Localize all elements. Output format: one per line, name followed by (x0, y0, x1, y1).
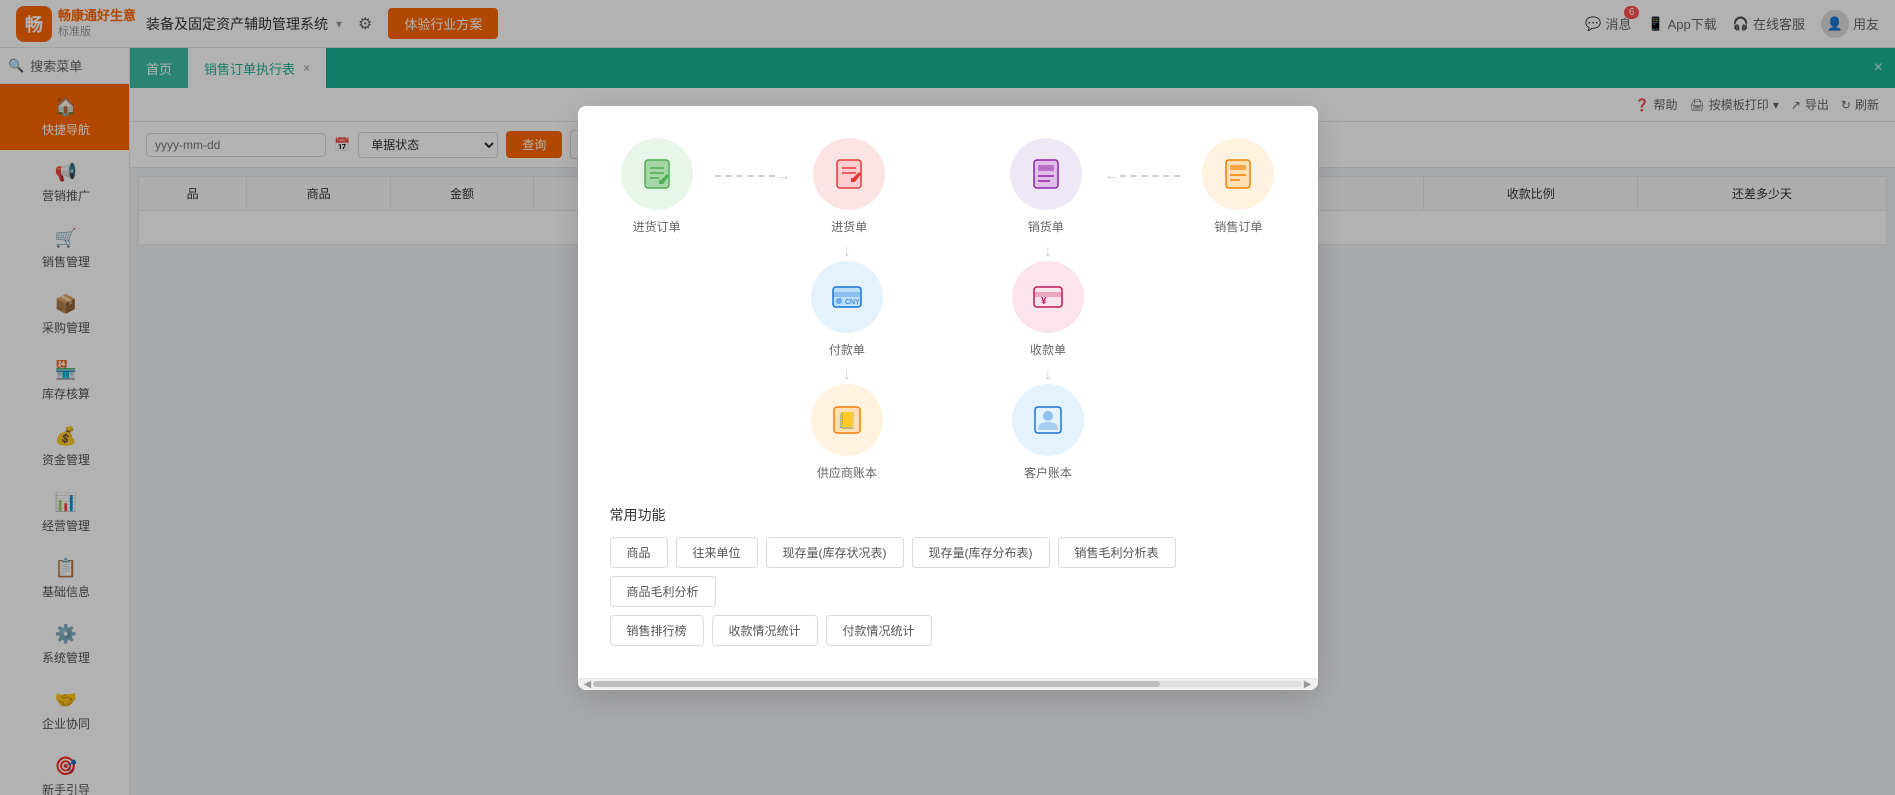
sales-order-circle (1202, 138, 1274, 210)
flow-modal: 进货订单 → 进货单 (578, 106, 1318, 690)
func-btn-sales-gross[interactable]: 销售毛利分析表 (1058, 537, 1176, 568)
svg-text:CNY: CNY (845, 299, 860, 306)
sales-bill-circle (1010, 138, 1082, 210)
receipt-label: 收款单 (1030, 341, 1066, 358)
func-btn-product[interactable]: 商品 (610, 537, 668, 568)
arrow-down-rec: ↓ (1012, 366, 1084, 384)
flow-item-supplier: 📒 供应商账本 (811, 384, 883, 481)
flow-item-payment: CNY 付款单 (811, 261, 883, 358)
scrollbar-thumb (593, 681, 1160, 687)
func-btn-product-gross[interactable]: 商品毛利分析 (610, 576, 716, 607)
customer-account-label: 客户账本 (1024, 464, 1072, 481)
sales-bill-label: 销货单 (1028, 218, 1064, 235)
purchase-order-circle (621, 138, 693, 210)
modal-overlay[interactable]: 进货订单 → 进货单 (0, 0, 1895, 795)
flow-row-3: 📒 供应商账本 客户账本 (610, 384, 1286, 481)
supplier-account-label: 供应商账本 (817, 464, 877, 481)
payment-circle: CNY (811, 261, 883, 333)
payment-label: 付款单 (829, 341, 865, 358)
scrollbar-left-arrow[interactable]: ◀ (582, 679, 594, 690)
arrow-down-pb: ↓ (811, 243, 883, 261)
func-btn-sales-ranking[interactable]: 销售排行榜 (610, 615, 704, 646)
arrow-po-pb: → (715, 167, 791, 185)
func-btn-counterpart[interactable]: 往来单位 (676, 537, 758, 568)
flow-arrows-down2: ↓ ↓ (610, 366, 1286, 384)
func-btn-stock-status[interactable]: 现存量(库存状况表) (766, 537, 904, 568)
svg-text:¥: ¥ (1041, 296, 1047, 307)
modal-scrollbar: ◀ ▶ (578, 678, 1318, 690)
svg-text:📒: 📒 (837, 412, 857, 430)
func-btn-receipt-stats[interactable]: 收款情况统计 (712, 615, 818, 646)
func-btn-payment-stats[interactable]: 付款情况统计 (826, 615, 932, 646)
common-functions: 常用功能 商品 往来单位 现存量(库存状况表) 现存量(库存分布表) 销售毛利分… (610, 505, 1286, 646)
supplier-circle: 📒 (811, 384, 883, 456)
flow-diagram-area: 进货订单 → 进货单 (610, 130, 1286, 497)
receipt-circle: ¥ (1012, 261, 1084, 333)
flow-row-1: 进货订单 → 进货单 (610, 138, 1286, 235)
func-btn-stock-distribution[interactable]: 现存量(库存分布表) (912, 537, 1050, 568)
scrollbar-right-arrow[interactable]: ▶ (1302, 679, 1314, 690)
scrollbar-track[interactable] (593, 681, 1302, 687)
flow-row-2: CNY 付款单 ¥ 收款单 (610, 261, 1286, 358)
flow-item-sales-bill: 销货单 (1010, 138, 1082, 235)
flow-item-receipt: ¥ 收款单 (1012, 261, 1084, 358)
arrow-down-pay: ↓ (811, 366, 883, 384)
common-functions-title: 常用功能 (610, 505, 1286, 525)
customer-circle (1012, 384, 1084, 456)
arrow-down-sb: ↓ (1012, 243, 1084, 261)
flow-arrows-down: ↓ ↓ (610, 243, 1286, 261)
flow-item-customer: 客户账本 (1012, 384, 1084, 481)
purchase-order-label: 进货订单 (633, 218, 681, 235)
purchase-bill-label: 进货单 (831, 218, 867, 235)
purchase-bill-circle (813, 138, 885, 210)
function-buttons-row2: 销售排行榜 收款情况统计 付款情况统计 (610, 615, 1286, 646)
modal-body: 进货订单 → 进货单 (578, 106, 1318, 678)
flow-item-sales-order: 销售订单 (1202, 138, 1274, 235)
flow-item-purchase-order: 进货订单 (621, 138, 693, 235)
function-buttons-row1: 商品 往来单位 现存量(库存状况表) 现存量(库存分布表) 销售毛利分析表 商品… (610, 537, 1286, 607)
flow-item-purchase-bill: 进货单 (813, 138, 885, 235)
arrow-so-sb: ← (1104, 167, 1180, 185)
sales-order-label: 销售订单 (1214, 218, 1262, 235)
